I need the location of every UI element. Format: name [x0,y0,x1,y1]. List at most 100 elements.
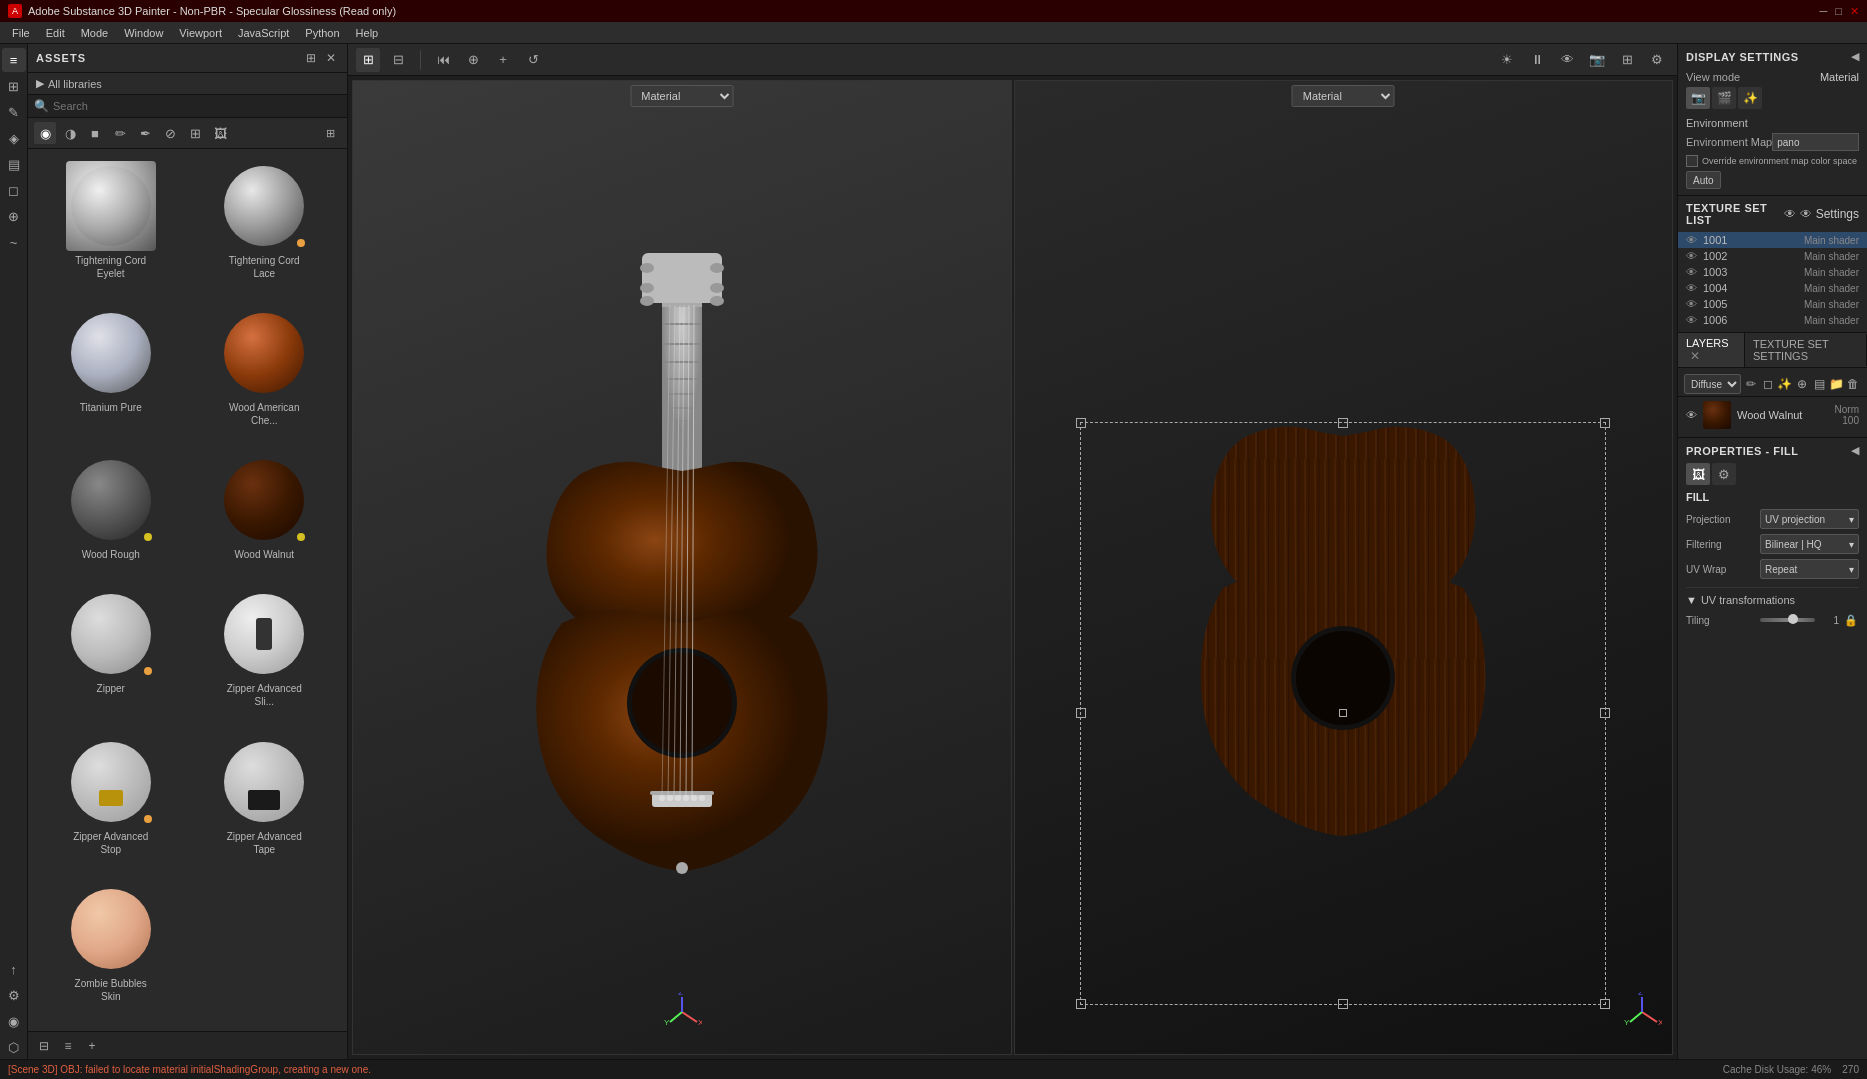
menu-edit[interactable]: Edit [38,25,73,41]
vp-transform-btn[interactable]: ⊕ [461,48,485,72]
tiling-lock-btn[interactable]: 🔒 [1843,612,1859,628]
menu-javascript[interactable]: JavaScript [230,25,297,41]
asset-item-zipper-adv-sli[interactable]: Zipper Advanced Sli... [190,585,340,728]
asset-item-zipper-adv-stop[interactable]: Zipper Advanced Stop [36,733,186,876]
tsl-settings[interactable]: Settings [1816,207,1859,221]
filter-brush-btn[interactable]: ✏ [109,122,131,144]
minimize-btn[interactable]: ─ [1820,5,1828,18]
filter-half-sphere-btn[interactable]: ◑ [59,122,81,144]
tsl-eye-on[interactable]: 👁 [1784,207,1796,221]
asset-item-zombie[interactable]: Zombie Bubbles Skin [36,880,186,1023]
asset-add-btn[interactable]: + [82,1036,102,1056]
filter-sphere-btn[interactable]: ◉ [34,122,56,144]
tsl-item-eye-1004[interactable]: 👁 [1686,282,1697,294]
left-view-mode-select[interactable]: Material Base Color Wireframe [630,85,733,107]
override-checkbox[interactable] [1686,155,1698,167]
filter-grid-btn[interactable]: ⊞ [184,122,206,144]
filter-square-btn[interactable]: ■ [84,122,106,144]
layer-fill-btn[interactable]: ▤ [1812,374,1827,394]
tsl-item-1005[interactable]: 👁 1005 Main shader [1678,296,1867,312]
sidebar-icon-fill[interactable]: ▤ [2,152,26,176]
vp-pause-btn[interactable]: ⏸ [1525,48,1549,72]
layer-paint-btn[interactable]: ✏ [1743,374,1758,394]
ds-tab-camera[interactable]: 📷 [1686,87,1710,109]
menu-window[interactable]: Window [116,25,171,41]
tab-layers[interactable]: LAYERS ✕ [1678,333,1745,367]
vp-grid4-btn[interactable]: ⊞ [356,48,380,72]
prop-tab-material[interactable]: 🖼 [1686,463,1710,485]
ds-tab-effects[interactable]: ✨ [1738,87,1762,109]
tsl-item-eye-1005[interactable]: 👁 [1686,298,1697,310]
asset-item-cord-lace[interactable]: Tightening Cord Lace [190,157,340,300]
layer-delete-btn[interactable]: 🗑 [1846,374,1861,394]
asset-item-zipper[interactable]: Zipper [36,585,186,728]
tsl-item-1003[interactable]: 👁 1003 Main shader [1678,264,1867,280]
vp-grid-btn[interactable]: ⊞ [1615,48,1639,72]
tsl-item-eye-1006[interactable]: 👁 [1686,314,1697,326]
vp-settings-btn[interactable]: ⚙ [1645,48,1669,72]
display-settings-collapse-btn[interactable]: ◀ [1851,50,1859,63]
sidebar-icon-settings2[interactable]: ⚙ [2,983,26,1007]
tsl-item-eye-1002[interactable]: 👁 [1686,250,1697,262]
vp-shadow-btn[interactable]: ☀ [1495,48,1519,72]
maximize-btn[interactable]: □ [1835,5,1842,18]
env-map-input[interactable] [1772,133,1859,151]
layer-group-btn[interactable]: 📁 [1829,374,1844,394]
filter-image-btn[interactable]: 🖼 [209,122,231,144]
close-btn[interactable]: ✕ [1850,5,1859,18]
tsl-item-1004[interactable]: 👁 1004 Main shader [1678,280,1867,296]
tsl-item-eye-1003[interactable]: 👁 [1686,266,1697,278]
grid-layout-btn[interactable]: ⊞ [319,122,341,144]
tab-layers-close[interactable]: ✕ [1686,349,1704,363]
viewport-pane-left[interactable]: Material Base Color Wireframe [352,80,1012,1055]
tsl-item-1001[interactable]: 👁 1001 Main shader [1678,232,1867,248]
asset-item-cord-eyelet[interactable]: Tightening Cord Eyelet [36,157,186,300]
viewport-pane-right[interactable]: Material Base Color [1014,80,1674,1055]
assets-close-btn[interactable]: ✕ [323,50,339,66]
vp-add-fill-btn[interactable]: + [491,48,515,72]
menu-help[interactable]: Help [348,25,387,41]
sidebar-icon-layers[interactable]: ≡ [2,48,26,72]
menu-file[interactable]: File [4,25,38,41]
filter-pencil-btn[interactable]: ✒ [134,122,156,144]
uv-wrap-dropdown[interactable]: Repeat ▾ [1760,559,1859,579]
channel-select[interactable]: Diffuse [1684,374,1741,394]
sidebar-icon-select[interactable]: ◈ [2,126,26,150]
right-view-mode-select[interactable]: Material Base Color [1292,85,1395,107]
sidebar-icon-erase[interactable]: ◻ [2,178,26,202]
sidebar-icon-assets[interactable]: ⊞ [2,74,26,98]
assets-expand-btn[interactable]: ⊞ [303,50,319,66]
tab-tss[interactable]: TEXTURE SET SETTINGS [1745,334,1867,366]
layer-item-wood-walnut[interactable]: 👁 Wood Walnut Norm 100 [1678,397,1867,433]
sidebar-icon-smudge[interactable]: ~ [2,230,26,254]
vp-skip-back-btn[interactable]: ⏮ [431,48,455,72]
menu-viewport[interactable]: Viewport [171,25,230,41]
projection-dropdown[interactable]: UV projection ▾ [1760,509,1859,529]
menu-mode[interactable]: Mode [73,25,117,41]
vp-grid2-btn[interactable]: ⊟ [386,48,410,72]
sidebar-icon-uv[interactable]: ⬡ [2,1035,26,1059]
search-input[interactable] [53,100,341,112]
sidebar-icon-paint[interactable]: ✎ [2,100,26,124]
asset-item-zipper-adv-tape[interactable]: Zipper Advanced Tape [190,733,340,876]
asset-item-wood-american[interactable]: Wood American Che... [190,304,340,447]
sidebar-icon-import[interactable]: ↑ [2,957,26,981]
tsl-item-1006[interactable]: 👁 1006 Main shader [1678,312,1867,328]
all-libraries-item[interactable]: ▶ All libraries [28,73,347,95]
layer-effects-btn[interactable]: ✨ [1777,374,1792,394]
sidebar-icon-clone[interactable]: ⊕ [2,204,26,228]
layer-eye-icon[interactable]: 👁 [1686,409,1697,421]
vp-view-btn[interactable]: 👁 [1555,48,1579,72]
vp-camera-btn[interactable]: 📷 [1585,48,1609,72]
vp-reset-btn[interactable]: ↺ [521,48,545,72]
sidebar-icon-3d[interactable]: ◉ [2,1009,26,1033]
asset-item-wood-walnut[interactable]: Wood Walnut [190,451,340,581]
layer-blend-btn[interactable]: ⊕ [1794,374,1809,394]
ds-tab-video[interactable]: 🎬 [1712,87,1736,109]
filtering-dropdown[interactable]: Bilinear | HQ ▾ [1760,534,1859,554]
menu-python[interactable]: Python [297,25,347,41]
tsl-item-1002[interactable]: 👁 1002 Main shader [1678,248,1867,264]
filter-filter-btn[interactable]: ⊘ [159,122,181,144]
asset-grid-small-btn[interactable]: ⊟ [34,1036,54,1056]
auto-btn[interactable]: Auto [1686,171,1721,189]
